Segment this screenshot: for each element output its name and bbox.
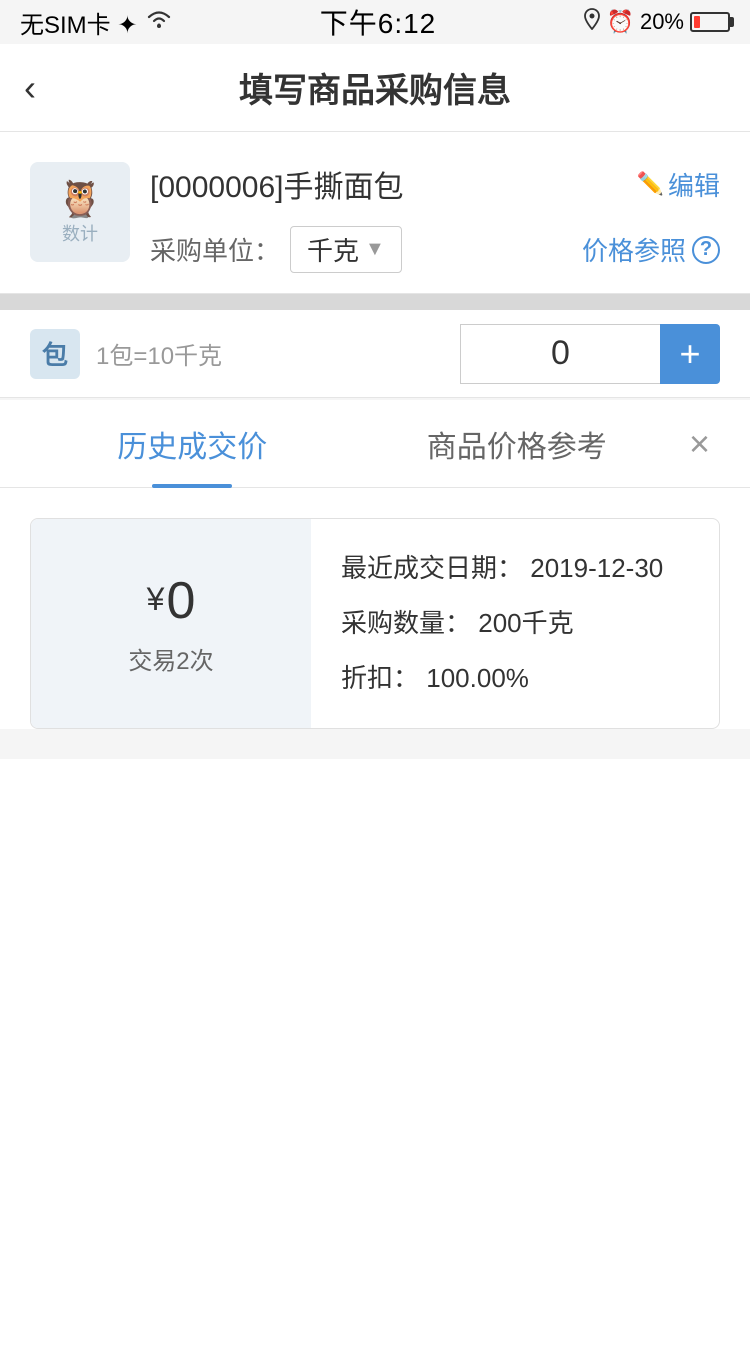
tabs-header: 历史成交价 商品价格参考 ×	[0, 400, 750, 488]
product-section: 🦉 数计 [0000006]手撕面包 ✏️ 编辑 采购单位： 千克 ▼ 价格参照…	[0, 132, 750, 294]
tab-history-price-label: 历史成交价	[117, 422, 267, 466]
product-logo-icon: 🦉	[58, 178, 103, 220]
trade-price: ¥ 0	[147, 571, 196, 631]
trade-purchase-qty-value: 200千克	[478, 608, 573, 638]
unit-label-text: 采购单位：	[150, 231, 280, 268]
quantity-input[interactable]	[460, 324, 660, 384]
tabs-section: 历史成交价 商品价格参考 × ¥ 0 交易2次 最近成交日期： 2019-12-…	[0, 400, 750, 729]
gray-divider	[0, 294, 750, 310]
trade-purchase-qty-row: 采购数量： 200千克	[341, 604, 689, 643]
unit-select[interactable]: 千克 ▼	[290, 226, 402, 273]
unit-label-group: 采购单位： 千克 ▼	[150, 226, 402, 273]
product-full-name: [0000006]手撕面包	[150, 162, 403, 206]
trade-card-right: 最近成交日期： 2019-12-30 采购数量： 200千克 折扣： 100.0…	[311, 519, 719, 728]
battery-percent: 20%	[640, 9, 684, 35]
quantity-conversion: 1包=10千克	[96, 336, 222, 371]
quantity-unit-box: 包	[30, 329, 80, 379]
trade-card-left: ¥ 0 交易2次	[31, 519, 311, 728]
trade-card: ¥ 0 交易2次 最近成交日期： 2019-12-30 采购数量： 200千克 …	[30, 518, 720, 729]
product-logo: 🦉 数计	[30, 162, 130, 262]
unit-dropdown-arrow: ▼	[365, 238, 385, 261]
edit-label: 编辑	[668, 166, 720, 203]
status-right: ⏰ 20%	[583, 8, 730, 36]
quantity-row: 包 1包=10千克 +	[0, 310, 750, 398]
quantity-right: +	[460, 324, 720, 384]
trade-price-value: 0	[166, 571, 195, 631]
trade-purchase-qty-label: 采购数量：	[341, 608, 471, 638]
price-ref-label: 价格参照	[582, 231, 686, 268]
unit-value: 千克	[307, 231, 359, 268]
product-logo-subtext: 数计	[62, 220, 98, 246]
trade-recent-date-row: 最近成交日期： 2019-12-30	[341, 549, 689, 588]
alarm-icon: ⏰	[607, 9, 634, 35]
trade-discount-value: 100.00%	[426, 663, 529, 693]
location-icon	[583, 8, 601, 36]
status-left: 无SIM卡 ✦	[20, 5, 173, 40]
carrier-text: 无SIM卡 ✦	[20, 5, 137, 40]
quantity-plus-button[interactable]: +	[660, 324, 720, 384]
edit-icon: ✏️	[637, 171, 664, 197]
price-ref-help-icon: ?	[692, 236, 720, 264]
tab-product-price-ref[interactable]: 商品价格参考	[354, 400, 678, 488]
product-unit-row: 采购单位： 千克 ▼ 价格参照 ?	[150, 226, 720, 273]
status-time: 下午6:12	[320, 2, 437, 42]
product-name-row: [0000006]手撕面包 ✏️ 编辑	[150, 162, 720, 206]
wifi-icon	[145, 8, 173, 36]
trade-discount-row: 折扣： 100.00%	[341, 659, 689, 698]
trade-recent-date-label: 最近成交日期：	[341, 553, 523, 583]
price-reference-button[interactable]: 价格参照 ?	[582, 231, 720, 268]
tabs-close-button[interactable]: ×	[679, 413, 720, 475]
trade-recent-date-value: 2019-12-30	[530, 553, 663, 583]
nav-bar: ‹ 填写商品采购信息	[0, 44, 750, 132]
back-button[interactable]: ‹	[24, 67, 36, 109]
page-title: 填写商品采购信息	[239, 63, 511, 112]
tab-history-price[interactable]: 历史成交价	[30, 400, 354, 488]
product-info: [0000006]手撕面包 ✏️ 编辑 采购单位： 千克 ▼ 价格参照 ?	[150, 162, 720, 273]
quantity-left: 包 1包=10千克	[30, 329, 222, 379]
status-bar: 无SIM卡 ✦ 下午6:12 ⏰ 20%	[0, 0, 750, 44]
trade-discount-label: 折扣：	[341, 663, 419, 693]
trade-price-symbol: ¥	[147, 581, 165, 618]
trade-times: 交易2次	[128, 641, 213, 676]
edit-button[interactable]: ✏️ 编辑	[637, 166, 720, 203]
main-content	[0, 759, 750, 1359]
battery-icon	[690, 12, 730, 32]
tab-product-price-ref-label: 商品价格参考	[427, 422, 607, 466]
